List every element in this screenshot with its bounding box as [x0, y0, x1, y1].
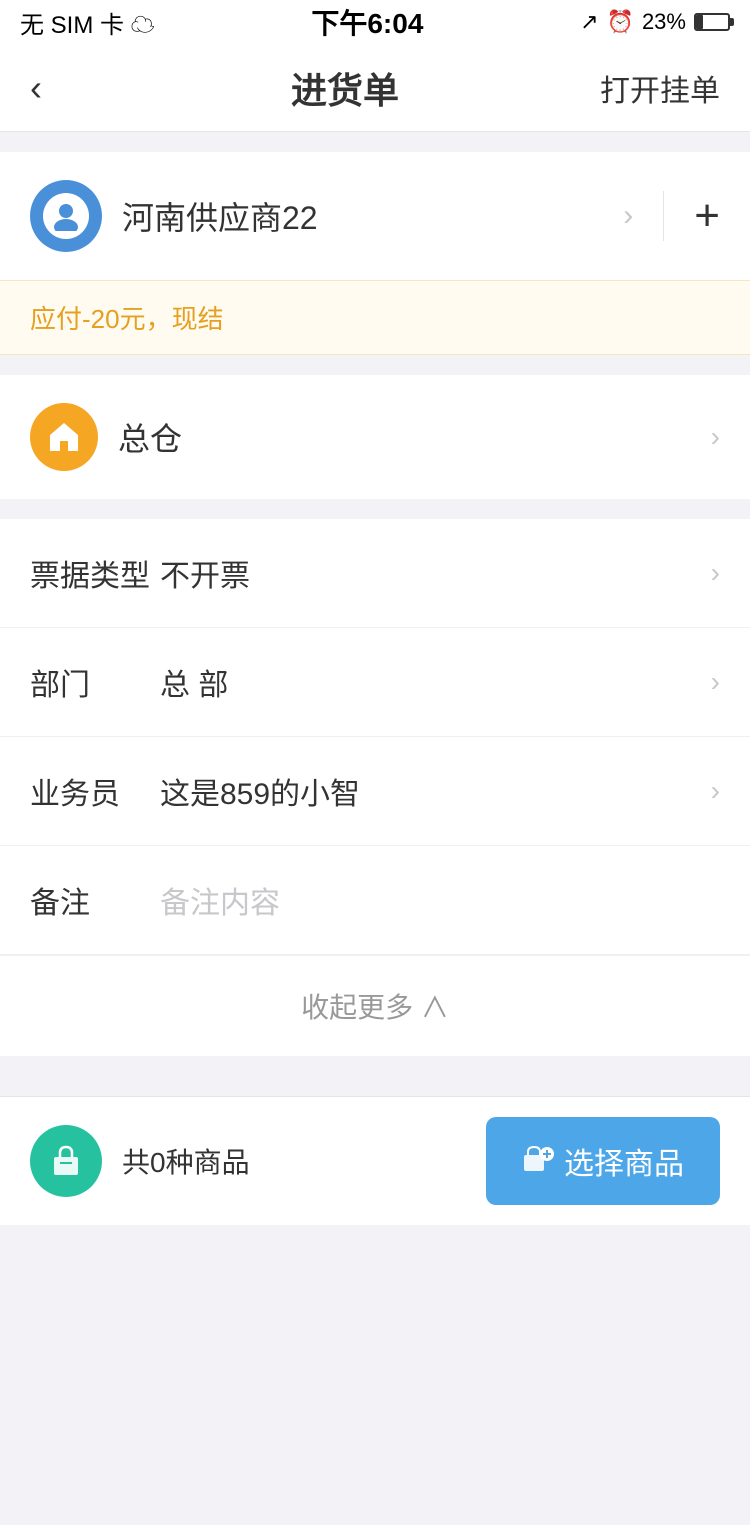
nav-bar: ‹ 进货单 打开挂单 — [0, 44, 750, 132]
status-bar: 无 SIM 卡 ☁ 下午6:04 ↗ ⏰ 23% — [0, 0, 750, 44]
section-divider-2 — [0, 355, 750, 375]
salesperson-label: 业务员 — [30, 769, 160, 813]
status-time: 下午6:04 — [311, 2, 423, 42]
salesperson-row[interactable]: 业务员 这是859的小智 › — [0, 737, 750, 846]
bottom-bar: 共0种商品 选择商品 — [0, 1096, 750, 1225]
warehouse-icon — [30, 403, 98, 471]
department-arrow-icon: › — [711, 666, 720, 698]
battery-text: 23% — [642, 9, 686, 35]
status-right: ↗ ⏰ 23% — [580, 9, 730, 35]
remark-placeholder: 备注内容 — [160, 878, 720, 922]
vertical-divider — [663, 191, 664, 241]
alarm-icon: ⏰ — [607, 9, 634, 35]
section-divider-1 — [0, 132, 750, 152]
invoice-type-label: 票据类型 — [30, 551, 160, 595]
home-icon — [46, 419, 82, 455]
select-goods-button[interactable]: 选择商品 — [486, 1117, 720, 1205]
department-row[interactable]: 部门 总 部 › — [0, 628, 750, 737]
warehouse-section[interactable]: 总仓 › — [0, 375, 750, 499]
open-pending-button[interactable]: 打开挂单 — [600, 66, 720, 110]
supplier-arrow-icon: › — [623, 199, 633, 233]
notice-bar: 应付-20元，现结 — [0, 280, 750, 355]
add-cart-icon — [522, 1145, 554, 1177]
page-background — [0, 1225, 750, 1525]
goods-count-text: 共0种商品 — [122, 1141, 486, 1181]
section-divider-3 — [0, 499, 750, 519]
salesperson-arrow-icon: › — [711, 775, 720, 807]
avatar-inner — [43, 193, 89, 239]
shopping-bag-icon — [46, 1141, 86, 1181]
person-icon — [51, 201, 81, 231]
page-title: 进货单 — [291, 62, 399, 114]
signal-text: 无 SIM 卡 ☁ — [20, 5, 155, 40]
location-icon: ↗ — [580, 9, 598, 35]
warehouse-row[interactable]: 总仓 › — [0, 375, 750, 499]
department-value: 总 部 — [160, 660, 711, 704]
invoice-type-value: 不开票 — [160, 551, 711, 595]
form-section: 票据类型 不开票 › 部门 总 部 › 业务员 这是859的小智 › 备注 备注… — [0, 519, 750, 1056]
salesperson-value: 这是859的小智 — [160, 769, 711, 813]
warehouse-name: 总仓 — [118, 414, 711, 460]
warehouse-arrow-icon: › — [711, 421, 720, 453]
department-label: 部门 — [30, 660, 160, 704]
invoice-type-row[interactable]: 票据类型 不开票 › — [0, 519, 750, 628]
supplier-avatar — [30, 180, 102, 252]
select-goods-label: 选择商品 — [564, 1139, 684, 1183]
section-divider-4 — [0, 1056, 750, 1076]
status-left: 无 SIM 卡 ☁ — [20, 5, 155, 40]
invoice-type-arrow-icon: › — [711, 557, 720, 589]
collapse-button[interactable]: 收起更多 ∧ — [0, 955, 750, 1056]
add-supplier-button[interactable]: + — [694, 194, 720, 238]
supplier-name: 河南供应商22 — [122, 193, 623, 239]
cart-icon-circle — [30, 1125, 102, 1197]
remark-row[interactable]: 备注 备注内容 — [0, 846, 750, 955]
remark-label: 备注 — [30, 878, 160, 922]
battery-icon — [694, 13, 730, 31]
supplier-row[interactable]: 河南供应商22 › + — [0, 152, 750, 280]
back-button[interactable]: ‹ — [30, 67, 90, 109]
supplier-section: 河南供应商22 › + 应付-20元，现结 — [0, 152, 750, 355]
